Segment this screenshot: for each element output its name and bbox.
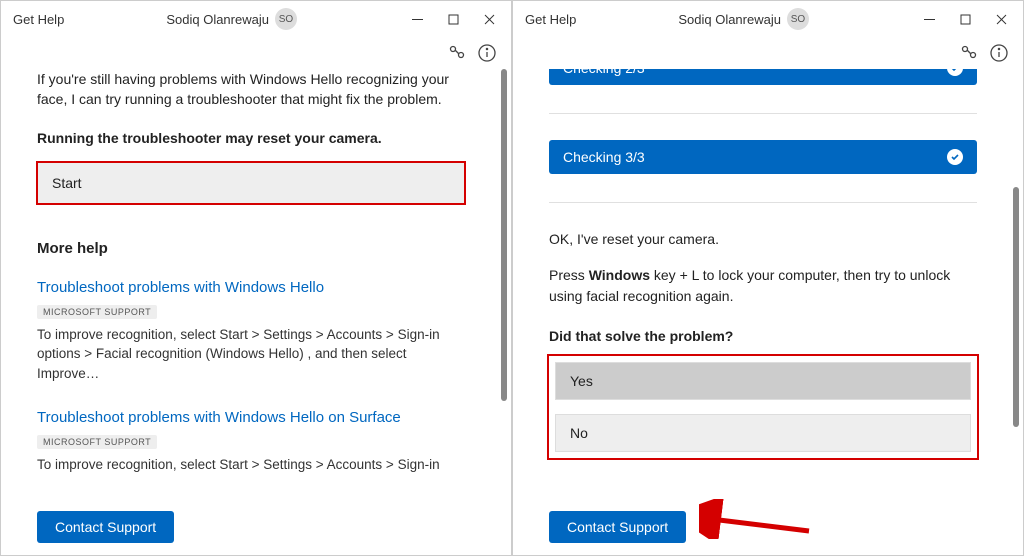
arrow-annotation <box>699 499 819 539</box>
gethelp-window-right: Get Help Sodiq Olanrewaju SO Checking 2/… <box>512 0 1024 556</box>
check-complete-icon <box>947 149 963 165</box>
titlebar: Get Help Sodiq Olanrewaju SO <box>1 1 511 37</box>
intro-text: If you're still having problems with Win… <box>37 69 465 110</box>
app-title: Get Help <box>525 12 576 27</box>
user-area[interactable]: Sodiq Olanrewaju SO <box>678 8 809 30</box>
no-button[interactable]: No <box>555 414 971 452</box>
help-link-1[interactable]: Troubleshoot problems with Windows Hello <box>37 279 465 296</box>
app-title: Get Help <box>13 12 64 27</box>
maximize-button[interactable] <box>435 3 471 35</box>
user-name: Sodiq Olanrewaju <box>678 12 781 27</box>
minimize-button[interactable] <box>911 3 947 35</box>
footer: Contact Support <box>1 501 511 555</box>
user-name: Sodiq Olanrewaju <box>166 12 269 27</box>
start-button[interactable]: Start <box>37 162 465 204</box>
gethelp-window-left: Get Help Sodiq Olanrewaju SO If you're s… <box>0 0 512 556</box>
instruction-text: Press Windows key + L to lock your compu… <box>549 265 977 306</box>
more-help-heading: More help <box>37 240 465 257</box>
share-icon[interactable] <box>447 43 467 63</box>
contact-support-button[interactable]: Contact Support <box>549 511 686 543</box>
divider <box>549 202 977 203</box>
scroll-thumb[interactable] <box>1013 187 1019 427</box>
user-area[interactable]: Sodiq Olanrewaju SO <box>166 8 297 30</box>
titlebar: Get Help Sodiq Olanrewaju SO <box>513 1 1023 37</box>
divider <box>549 113 977 114</box>
close-button[interactable] <box>983 3 1019 35</box>
info-icon[interactable] <box>477 43 497 63</box>
check-complete-icon <box>947 69 963 76</box>
checking-row-2: Checking 2/3 <box>549 69 977 85</box>
scrollbar[interactable] <box>1013 69 1019 501</box>
help-link-1-badge: MICROSOFT SUPPORT <box>37 305 157 319</box>
check-label: Checking 2/3 <box>563 69 645 76</box>
close-button[interactable] <box>471 3 507 35</box>
minimize-button[interactable] <box>399 3 435 35</box>
scroll-thumb[interactable] <box>501 69 507 401</box>
help-link-2-desc: To improve recognition, select Start > S… <box>37 455 465 475</box>
share-icon[interactable] <box>959 43 979 63</box>
content-body: Checking 2/3 Checking 3/3 OK, I've reset… <box>513 69 1013 501</box>
toolbar <box>513 37 1023 69</box>
warning-text: Running the troubleshooter may reset you… <box>37 130 465 146</box>
help-link-1-desc: To improve recognition, select Start > S… <box>37 325 465 384</box>
footer: Contact Support <box>513 501 1023 555</box>
user-avatar: SO <box>787 8 809 30</box>
yes-button[interactable]: Yes <box>555 362 971 400</box>
scrollbar[interactable] <box>501 69 507 501</box>
help-link-2-badge: MICROSOFT SUPPORT <box>37 435 157 449</box>
reset-message: OK, I've reset your camera. <box>549 229 977 249</box>
toolbar <box>1 37 511 69</box>
solve-question: Did that solve the problem? <box>549 328 977 344</box>
check-label: Checking 3/3 <box>563 149 645 165</box>
info-icon[interactable] <box>989 43 1009 63</box>
help-link-2[interactable]: Troubleshoot problems with Windows Hello… <box>37 409 465 426</box>
maximize-button[interactable] <box>947 3 983 35</box>
content-body: If you're still having problems with Win… <box>1 69 501 501</box>
yes-no-group: Yes No <box>549 356 977 458</box>
contact-support-button[interactable]: Contact Support <box>37 511 174 543</box>
checking-row-3: Checking 3/3 <box>549 140 977 174</box>
user-avatar: SO <box>275 8 297 30</box>
